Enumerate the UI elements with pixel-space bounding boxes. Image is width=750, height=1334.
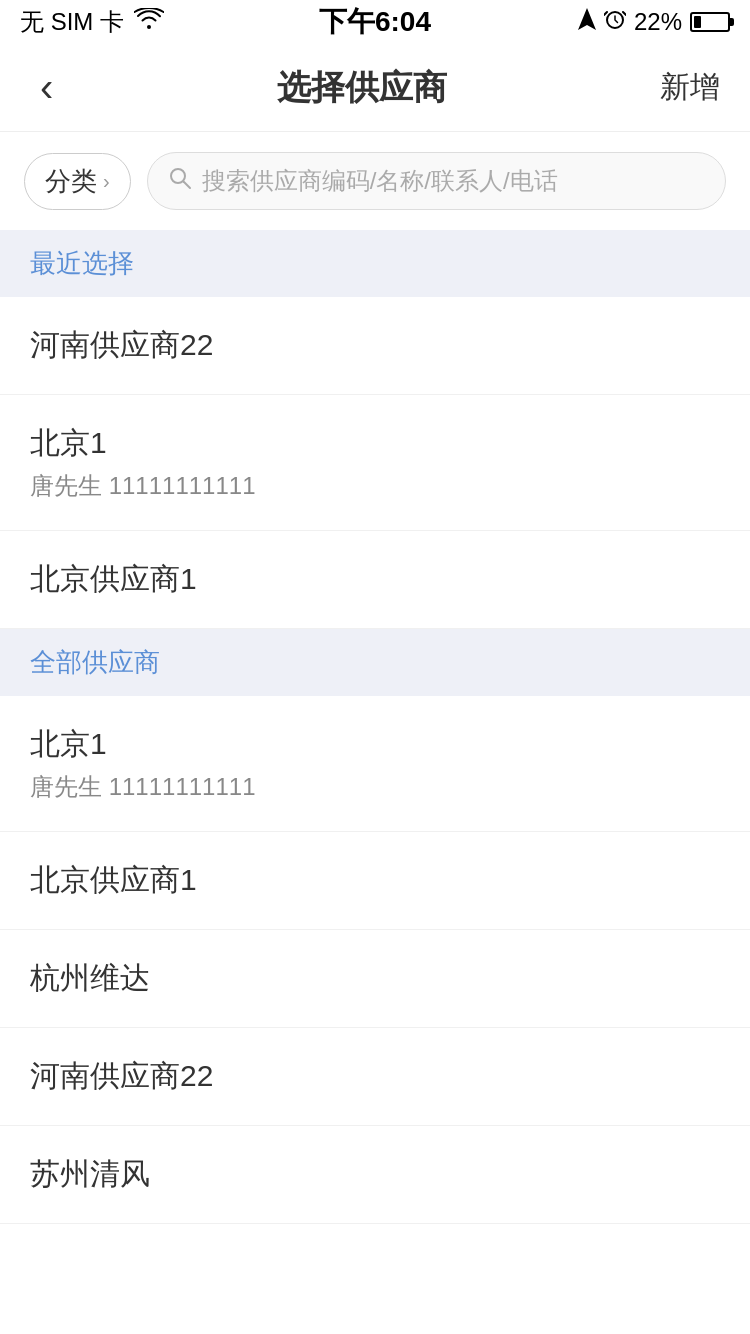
- item-name: 北京供应商1: [30, 860, 720, 901]
- chevron-right-icon: ›: [103, 170, 110, 193]
- item-name: 河南供应商22: [30, 1056, 720, 1097]
- item-name: 北京供应商1: [30, 559, 720, 600]
- item-name: 北京1: [30, 423, 720, 464]
- item-name: 河南供应商22: [30, 325, 720, 366]
- supplier-list: 最近选择河南供应商22 北京1 唐先生 11111111111 北京供应商1 全部供应商…: [0, 230, 750, 1224]
- item-name: 苏州清风: [30, 1154, 720, 1195]
- search-icon: [168, 166, 192, 196]
- status-bar: 无 SIM 卡 下午6:04 22%: [0, 0, 750, 44]
- search-placeholder: 搜索供应商编码/名称/联系人/电话: [202, 165, 558, 197]
- carrier-text: 无 SIM 卡: [20, 6, 124, 38]
- location-icon: [578, 8, 596, 36]
- status-time: 下午6:04: [319, 3, 431, 41]
- list-item[interactable]: 北京1 唐先生 11111111111: [0, 696, 750, 832]
- item-sub: 唐先生 11111111111: [30, 771, 720, 803]
- search-bar[interactable]: 搜索供应商编码/名称/联系人/电话: [147, 152, 726, 210]
- back-button[interactable]: ‹: [30, 55, 63, 120]
- battery-icon: [690, 12, 730, 32]
- battery-percent: 22%: [634, 8, 682, 36]
- svg-line-2: [183, 182, 190, 189]
- list-item[interactable]: 北京供应商1: [0, 531, 750, 629]
- item-name: 北京1: [30, 724, 720, 765]
- page-title: 选择供应商: [277, 65, 447, 111]
- item-sub: 唐先生 11111111111: [30, 470, 720, 502]
- list-item[interactable]: 河南供应商22: [0, 1028, 750, 1126]
- list-item[interactable]: 苏州清风: [0, 1126, 750, 1224]
- filter-bar: 分类 › 搜索供应商编码/名称/联系人/电话: [0, 132, 750, 230]
- wifi-icon: [134, 8, 164, 36]
- add-button[interactable]: 新增: [660, 67, 720, 108]
- section-header-all: 全部供应商: [0, 629, 750, 696]
- status-right: 22%: [578, 8, 730, 36]
- category-button[interactable]: 分类 ›: [24, 153, 131, 210]
- status-left: 无 SIM 卡: [20, 6, 164, 38]
- list-item[interactable]: 北京供应商1: [0, 832, 750, 930]
- section-header-recent: 最近选择: [0, 230, 750, 297]
- list-item[interactable]: 杭州维达: [0, 930, 750, 1028]
- item-name: 杭州维达: [30, 958, 720, 999]
- list-item[interactable]: 河南供应商22: [0, 297, 750, 395]
- alarm-icon: [604, 8, 626, 36]
- list-item[interactable]: 北京1 唐先生 11111111111: [0, 395, 750, 531]
- nav-bar: ‹ 选择供应商 新增: [0, 44, 750, 132]
